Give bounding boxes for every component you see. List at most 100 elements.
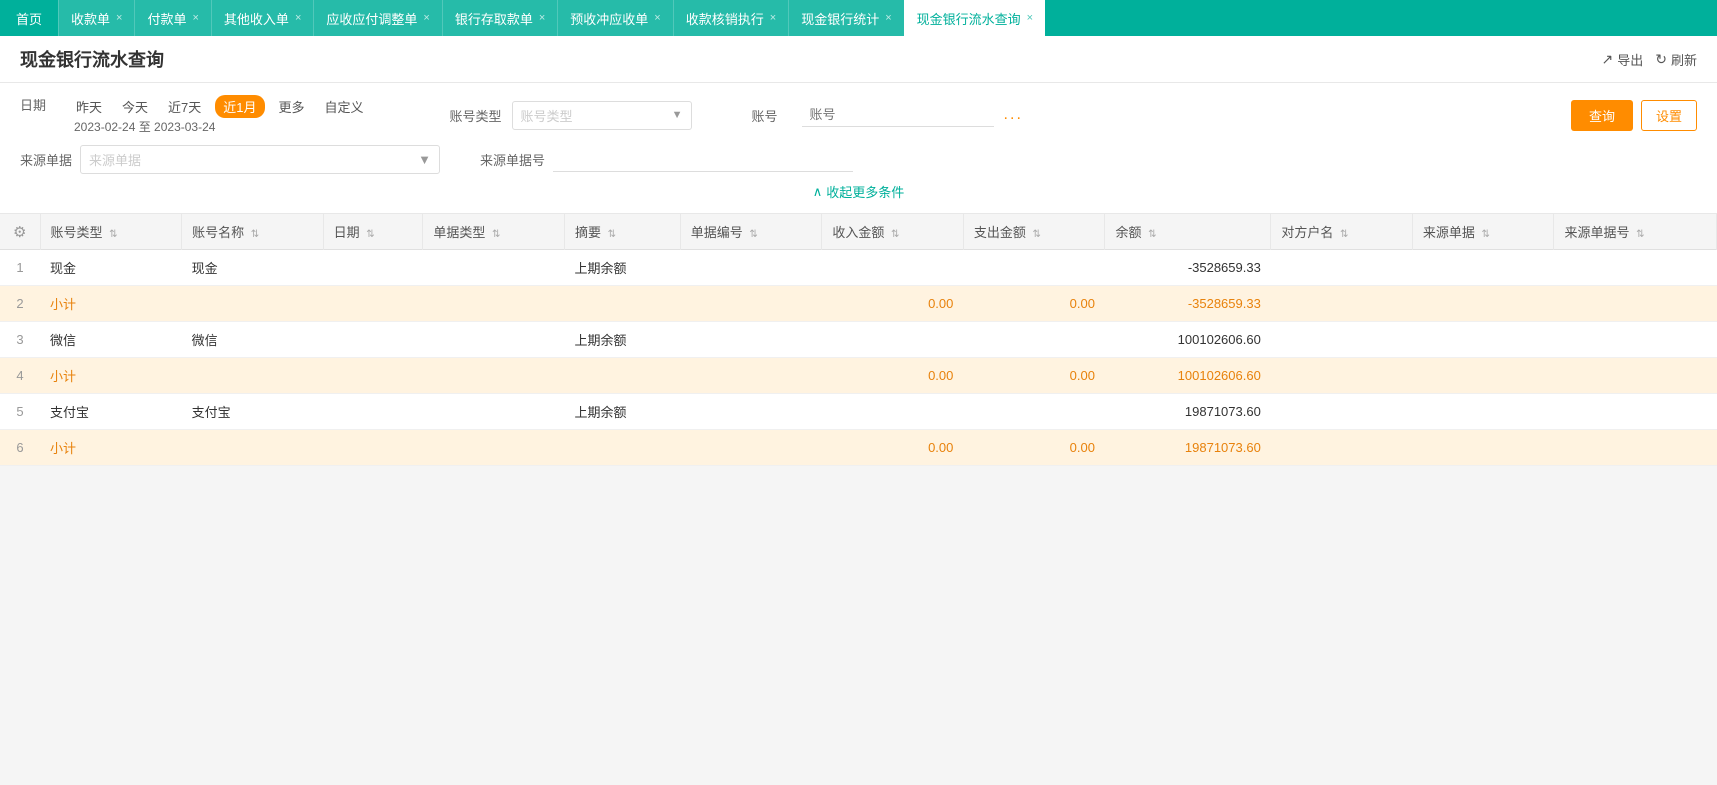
account-type-select[interactable]: 账号类型 ▼ <box>512 101 692 130</box>
sort-icon: ⇅ <box>1340 229 1348 240</box>
source-doc-no-input[interactable] <box>553 148 853 172</box>
nav-tab-1[interactable]: 付款单 × <box>134 0 210 36</box>
cell-seq: 3 <box>0 322 40 358</box>
cell-account_name: 现金 <box>182 250 324 286</box>
cell-expense: 0.00 <box>963 358 1105 394</box>
cell-income <box>822 322 964 358</box>
col-doc-type[interactable]: 单据类型 ⇅ <box>423 214 565 250</box>
cell-expense: 0.00 <box>963 286 1105 322</box>
cell-date <box>323 250 423 286</box>
cell-income: 0.00 <box>822 430 964 466</box>
date-opt-yesterday[interactable]: 昨天 <box>70 95 108 118</box>
sort-icon: ⇅ <box>366 229 374 240</box>
cell-doc_type <box>423 358 565 394</box>
account-label: 账号 <box>752 106 792 125</box>
close-icon[interactable]: × <box>654 12 660 24</box>
col-income[interactable]: 收入金额 ⇅ <box>822 214 964 250</box>
date-opt-more[interactable]: 更多 <box>273 95 311 118</box>
source-doc-no-filter: 来源单据号 <box>480 148 853 172</box>
date-opt-today[interactable]: 今天 <box>116 95 154 118</box>
date-opt-1month[interactable]: 近1月 <box>215 95 264 118</box>
cell-account_name <box>182 358 324 394</box>
sort-icon: ⇅ <box>1482 229 1490 240</box>
close-icon[interactable]: × <box>885 12 891 24</box>
nav-tab-6[interactable]: 收款核销执行 × <box>673 0 788 36</box>
cell-income <box>822 250 964 286</box>
nav-home[interactable]: 首页 <box>0 0 58 36</box>
cell-account_name: 支付宝 <box>182 394 324 430</box>
cell-source_doc <box>1412 322 1554 358</box>
cell-doc_no <box>680 250 822 286</box>
cell-source_doc <box>1412 358 1554 394</box>
table-row: 4小计0.000.00100102606.60 <box>0 358 1717 394</box>
top-nav: 首页 收款单 × 付款单 × 其他收入单 × 应收应付调整单 × 银行存取款单 … <box>0 0 1717 36</box>
close-icon[interactable]: × <box>192 12 198 24</box>
cell-expense <box>963 394 1105 430</box>
cell-summary: 上期余额 <box>564 250 680 286</box>
cell-income: 0.00 <box>822 358 964 394</box>
close-icon[interactable]: × <box>1027 12 1033 24</box>
nav-tab-4[interactable]: 银行存取款单 × <box>442 0 557 36</box>
col-doc-no[interactable]: 单据编号 ⇅ <box>680 214 822 250</box>
cell-account_type: 现金 <box>40 250 182 286</box>
col-account-type[interactable]: 账号类型 ⇅ <box>40 214 182 250</box>
cell-source_doc <box>1412 286 1554 322</box>
nav-tab-8[interactable]: 现金银行流水查询 × <box>904 0 1045 36</box>
date-opt-7days[interactable]: 近7天 <box>162 95 207 118</box>
table-container: ⚙ 账号类型 ⇅ 账号名称 ⇅ 日期 ⇅ 单据类型 ⇅ <box>0 214 1717 466</box>
col-summary[interactable]: 摘要 ⇅ <box>564 214 680 250</box>
cell-account_type: 支付宝 <box>40 394 182 430</box>
cell-doc_type <box>423 286 565 322</box>
refresh-button[interactable]: ↻ 刷新 <box>1655 50 1697 69</box>
col-date[interactable]: 日期 ⇅ <box>323 214 423 250</box>
col-balance[interactable]: 余额 ⇅ <box>1105 214 1271 250</box>
filter-row-1: 日期 昨天 今天 近7天 近1月 更多 自定义 2023-02-24 至 202… <box>20 95 1697 135</box>
query-button[interactable]: 查询 <box>1571 100 1633 131</box>
col-account-name[interactable]: 账号名称 ⇅ <box>182 214 324 250</box>
dots-button[interactable]: ... <box>1004 106 1023 124</box>
cell-source_doc <box>1412 250 1554 286</box>
account-filter: 账号 ... <box>752 103 1023 127</box>
cell-seq: 1 <box>0 250 40 286</box>
source-doc-filter: 来源单据 来源单据 ▼ <box>20 145 440 174</box>
cell-seq: 2 <box>0 286 40 322</box>
cell-balance: -3528659.33 <box>1105 286 1271 322</box>
nav-tab-0[interactable]: 收款单 × <box>58 0 134 36</box>
col-expense[interactable]: 支出金额 ⇅ <box>963 214 1105 250</box>
cell-expense <box>963 322 1105 358</box>
close-icon[interactable]: × <box>295 12 301 24</box>
col-source-doc[interactable]: 来源单据 ⇅ <box>1412 214 1554 250</box>
account-input[interactable] <box>802 103 994 127</box>
date-opt-custom[interactable]: 自定义 <box>319 95 370 118</box>
cell-account_name <box>182 430 324 466</box>
table-row: 1现金现金上期余额-3528659.33 <box>0 250 1717 286</box>
cell-counterparty <box>1271 430 1413 466</box>
col-counterparty[interactable]: 对方户名 ⇅ <box>1271 214 1413 250</box>
col-gear[interactable]: ⚙ <box>0 214 40 250</box>
nav-tab-2[interactable]: 其他收入单 × <box>211 0 313 36</box>
cell-counterparty <box>1271 394 1413 430</box>
cell-balance: 100102606.60 <box>1105 358 1271 394</box>
col-source-doc-no[interactable]: 来源单据号 ⇅ <box>1554 214 1717 250</box>
cell-counterparty <box>1271 358 1413 394</box>
close-icon[interactable]: × <box>539 12 545 24</box>
chevron-up-icon: ∧ <box>813 184 823 200</box>
close-icon[interactable]: × <box>770 12 776 24</box>
cell-balance: 100102606.60 <box>1105 322 1271 358</box>
collapse-button[interactable]: ∧ 收起更多条件 <box>20 182 1697 201</box>
table-header-row: ⚙ 账号类型 ⇅ 账号名称 ⇅ 日期 ⇅ 单据类型 ⇅ <box>0 214 1717 250</box>
settings-button[interactable]: 设置 <box>1641 100 1697 131</box>
cell-summary <box>564 286 680 322</box>
close-icon[interactable]: × <box>423 12 429 24</box>
export-button[interactable]: ↗ 导出 <box>1602 50 1644 69</box>
cell-summary <box>564 358 680 394</box>
nav-tab-3[interactable]: 应收应付调整单 × <box>313 0 441 36</box>
close-icon[interactable]: × <box>116 12 122 24</box>
nav-tab-7[interactable]: 现金银行统计 × <box>788 0 903 36</box>
cell-date <box>323 322 423 358</box>
nav-tab-5[interactable]: 预收冲应收单 × <box>557 0 672 36</box>
source-doc-select[interactable]: 来源单据 ▼ <box>80 145 440 174</box>
cell-doc_type <box>423 394 565 430</box>
gear-icon[interactable]: ⚙ <box>13 224 26 241</box>
page-title: 现金银行流水查询 <box>20 46 164 72</box>
